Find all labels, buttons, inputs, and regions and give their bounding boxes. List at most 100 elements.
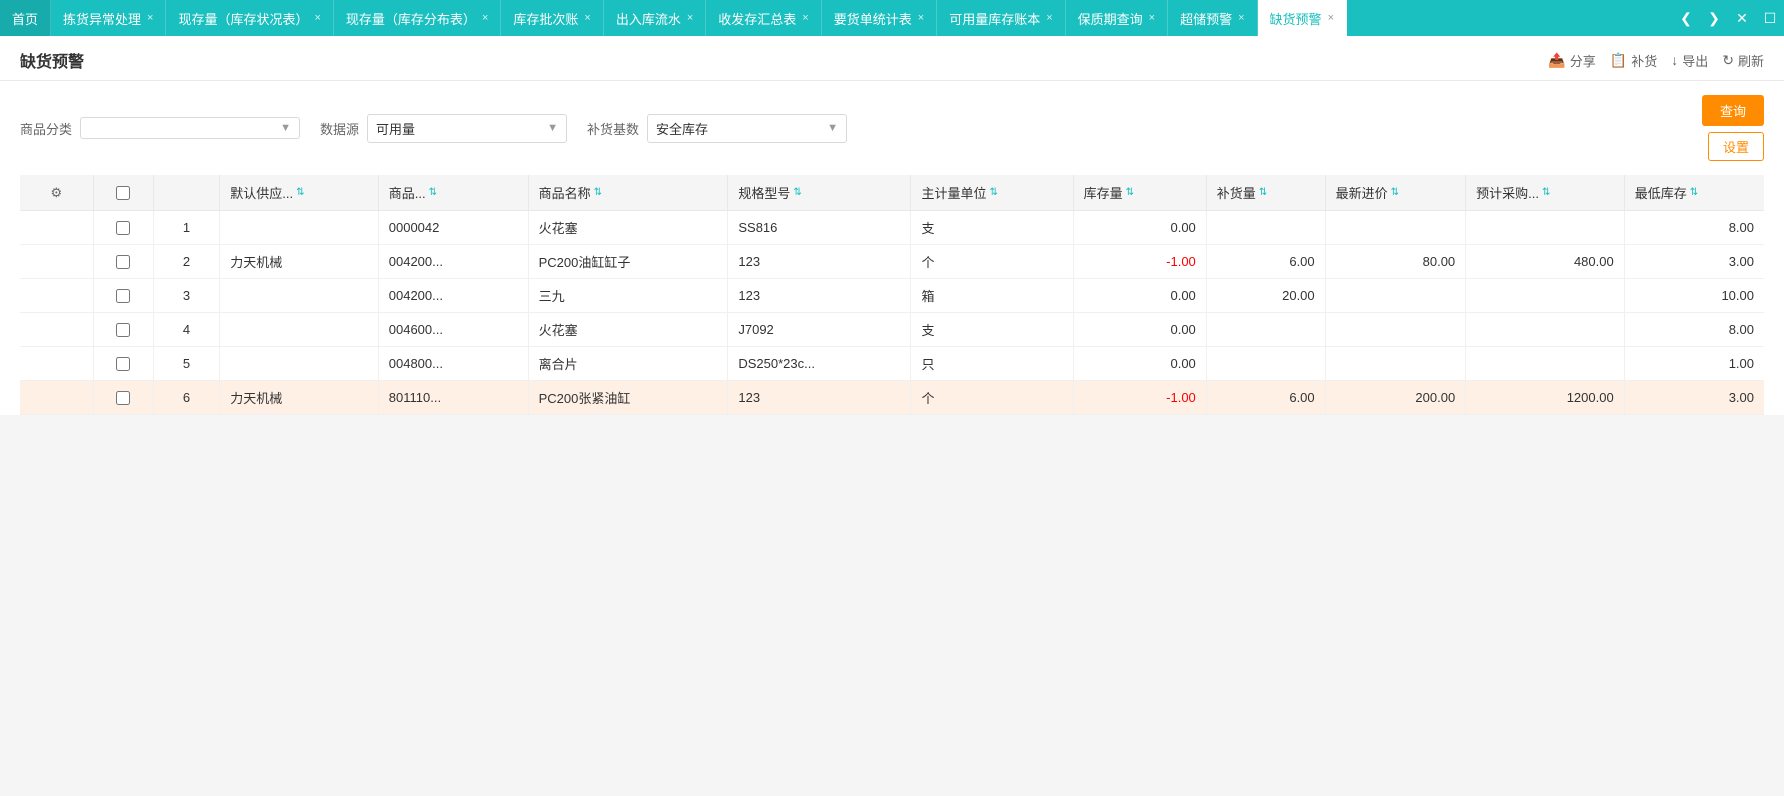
refresh-button[interactable]: ↻ 刷新 <box>1722 51 1764 70</box>
tab-close-8[interactable]: × <box>1046 12 1052 24</box>
tab-close-4[interactable]: × <box>584 12 590 24</box>
row-settings-5 <box>20 381 93 415</box>
query-button[interactable]: 查询 <box>1702 95 1764 126</box>
gear-icon[interactable]: ⚙ <box>30 185 83 201</box>
row-name-1: PC200油缸缸子 <box>528 245 728 279</box>
row-code-1: 004200... <box>378 245 528 279</box>
row-index-4: 5 <box>153 347 220 381</box>
tab-超储预警[interactable]: 超储预警 × <box>1168 0 1257 36</box>
tab-close-6[interactable]: × <box>802 12 808 24</box>
tab-close-7[interactable]: × <box>918 12 924 24</box>
row-check-5[interactable] <box>93 381 153 415</box>
th-index <box>153 175 220 211</box>
tab-close-9[interactable]: × <box>1149 12 1155 24</box>
table-row: 2 力天机械 004200... PC200油缸缸子 123 个 -1.00 6… <box>20 245 1764 279</box>
query-settings-group: 查询 设置 <box>1702 95 1764 161</box>
tab-缺货预警[interactable]: 缺货预警 × <box>1258 0 1347 36</box>
row-check-4[interactable] <box>93 347 153 381</box>
sort-icon-min-stock: ⇅ <box>1690 187 1698 198</box>
row-stock-5: -1.00 <box>1073 381 1206 415</box>
share-button[interactable]: 📤 分享 <box>1548 51 1595 70</box>
restock-basis-select-text: 安全库存 <box>656 119 708 138</box>
row-settings-4 <box>20 347 93 381</box>
tab-close-1[interactable]: × <box>147 12 153 24</box>
tab-库存批次账[interactable]: 库存批次账 × <box>501 0 603 36</box>
tab-首页[interactable]: 首页 <box>0 0 51 36</box>
th-restock[interactable]: 补货量 ⇅ <box>1206 175 1325 211</box>
tab-close-2[interactable]: × <box>314 12 320 24</box>
th-name[interactable]: 商品名称 ⇅ <box>528 175 728 211</box>
tab-收发存汇总表[interactable]: 收发存汇总表 × <box>706 0 821 36</box>
tab-restore-button[interactable]: ✕ <box>1728 0 1756 36</box>
datasource-select[interactable]: 可用量 ▼ <box>367 114 567 143</box>
row-restock-1: 6.00 <box>1206 245 1325 279</box>
row-restock-3 <box>1206 313 1325 347</box>
row-check-0[interactable] <box>93 211 153 245</box>
row-code-3: 004600... <box>378 313 528 347</box>
sort-icon-unit: ⇅ <box>989 187 997 198</box>
row-checkbox-1[interactable] <box>116 255 130 269</box>
tab-出入库流水[interactable]: 出入库流水 × <box>604 0 706 36</box>
th-check[interactable] <box>93 175 153 211</box>
datasource-chevron-icon: ▼ <box>547 122 558 134</box>
row-checkbox-4[interactable] <box>116 357 130 371</box>
datasource-select-text: 可用量 <box>376 119 415 138</box>
row-checkbox-5[interactable] <box>116 391 130 405</box>
row-index-3: 4 <box>153 313 220 347</box>
table-container: ⚙ 默认供应... ⇅ <box>0 175 1784 415</box>
row-checkbox-2[interactable] <box>116 289 130 303</box>
row-settings-2 <box>20 279 93 313</box>
tab-要货单统计表[interactable]: 要货单统计表 × <box>822 0 937 36</box>
tab-close-10[interactable]: × <box>1238 12 1244 24</box>
tab-bar: 首页 拣货异常处理 × 现存量（库存状况表） × 现存量（库存分布表） × 库存… <box>0 0 1784 36</box>
th-spec[interactable]: 规格型号 ⇅ <box>728 175 911 211</box>
row-check-1[interactable] <box>93 245 153 279</box>
tab-拣货异常处理[interactable]: 拣货异常处理 × <box>51 0 166 36</box>
row-checkbox-0[interactable] <box>116 221 130 235</box>
row-min-stock-4: 1.00 <box>1624 347 1764 381</box>
row-min-stock-2: 10.00 <box>1624 279 1764 313</box>
row-restock-0 <box>1206 211 1325 245</box>
sort-icon-spec: ⇅ <box>793 187 801 198</box>
th-min-stock[interactable]: 最低库存 ⇅ <box>1624 175 1764 211</box>
tab-保质期查询[interactable]: 保质期查询 × <box>1066 0 1168 36</box>
sort-icon-stock: ⇅ <box>1126 187 1134 198</box>
tab-next-button[interactable]: ❯ <box>1700 0 1728 36</box>
th-est-purchase[interactable]: 预计采购... ⇅ <box>1466 175 1625 211</box>
th-code[interactable]: 商品... ⇅ <box>378 175 528 211</box>
th-latest-price[interactable]: 最新进价 ⇅ <box>1325 175 1466 211</box>
restock-basis-select[interactable]: 安全库存 ▼ <box>647 114 847 143</box>
th-settings[interactable]: ⚙ <box>20 175 93 211</box>
row-unit-2: 箱 <box>911 279 1073 313</box>
row-restock-5: 6.00 <box>1206 381 1325 415</box>
row-check-2[interactable] <box>93 279 153 313</box>
tab-现存量库存状况表[interactable]: 现存量（库存状况表） × <box>166 0 333 36</box>
tab-可用量库存账本[interactable]: 可用量库存账本 × <box>937 0 1065 36</box>
row-name-2: 三九 <box>528 279 728 313</box>
tab-close-5[interactable]: × <box>687 12 693 24</box>
row-checkbox-3[interactable] <box>116 323 130 337</box>
tab-maximize-button[interactable]: ☐ <box>1756 0 1784 36</box>
tab-close-3[interactable]: × <box>482 12 488 24</box>
row-spec-3: J7092 <box>728 313 911 347</box>
tab-close-11[interactable]: × <box>1328 12 1334 24</box>
th-unit[interactable]: 主计量单位 ⇅ <box>911 175 1073 211</box>
row-name-3: 火花塞 <box>528 313 728 347</box>
th-stock[interactable]: 库存量 ⇅ <box>1073 175 1206 211</box>
page-title: 缺货预警 <box>20 48 84 72</box>
export-button[interactable]: ↓ 导出 <box>1671 51 1708 70</box>
category-select[interactable]: ▼ <box>80 117 300 139</box>
th-supplier[interactable]: 默认供应... ⇅ <box>220 175 379 211</box>
tab-prev-button[interactable]: ❮ <box>1672 0 1700 36</box>
restock-basis-label: 补货基数 <box>587 119 639 138</box>
row-check-3[interactable] <box>93 313 153 347</box>
settings-button[interactable]: 设置 <box>1708 132 1764 161</box>
row-spec-1: 123 <box>728 245 911 279</box>
row-latest-price-2 <box>1325 279 1466 313</box>
row-stock-1: -1.00 <box>1073 245 1206 279</box>
select-all-checkbox[interactable] <box>116 186 130 200</box>
sort-icon-name: ⇅ <box>594 187 602 198</box>
tab-现存量库存分布表[interactable]: 现存量（库存分布表） × <box>334 0 501 36</box>
restock-button[interactable]: 📋 补货 <box>1610 51 1657 70</box>
row-spec-4: DS250*23c... <box>728 347 911 381</box>
